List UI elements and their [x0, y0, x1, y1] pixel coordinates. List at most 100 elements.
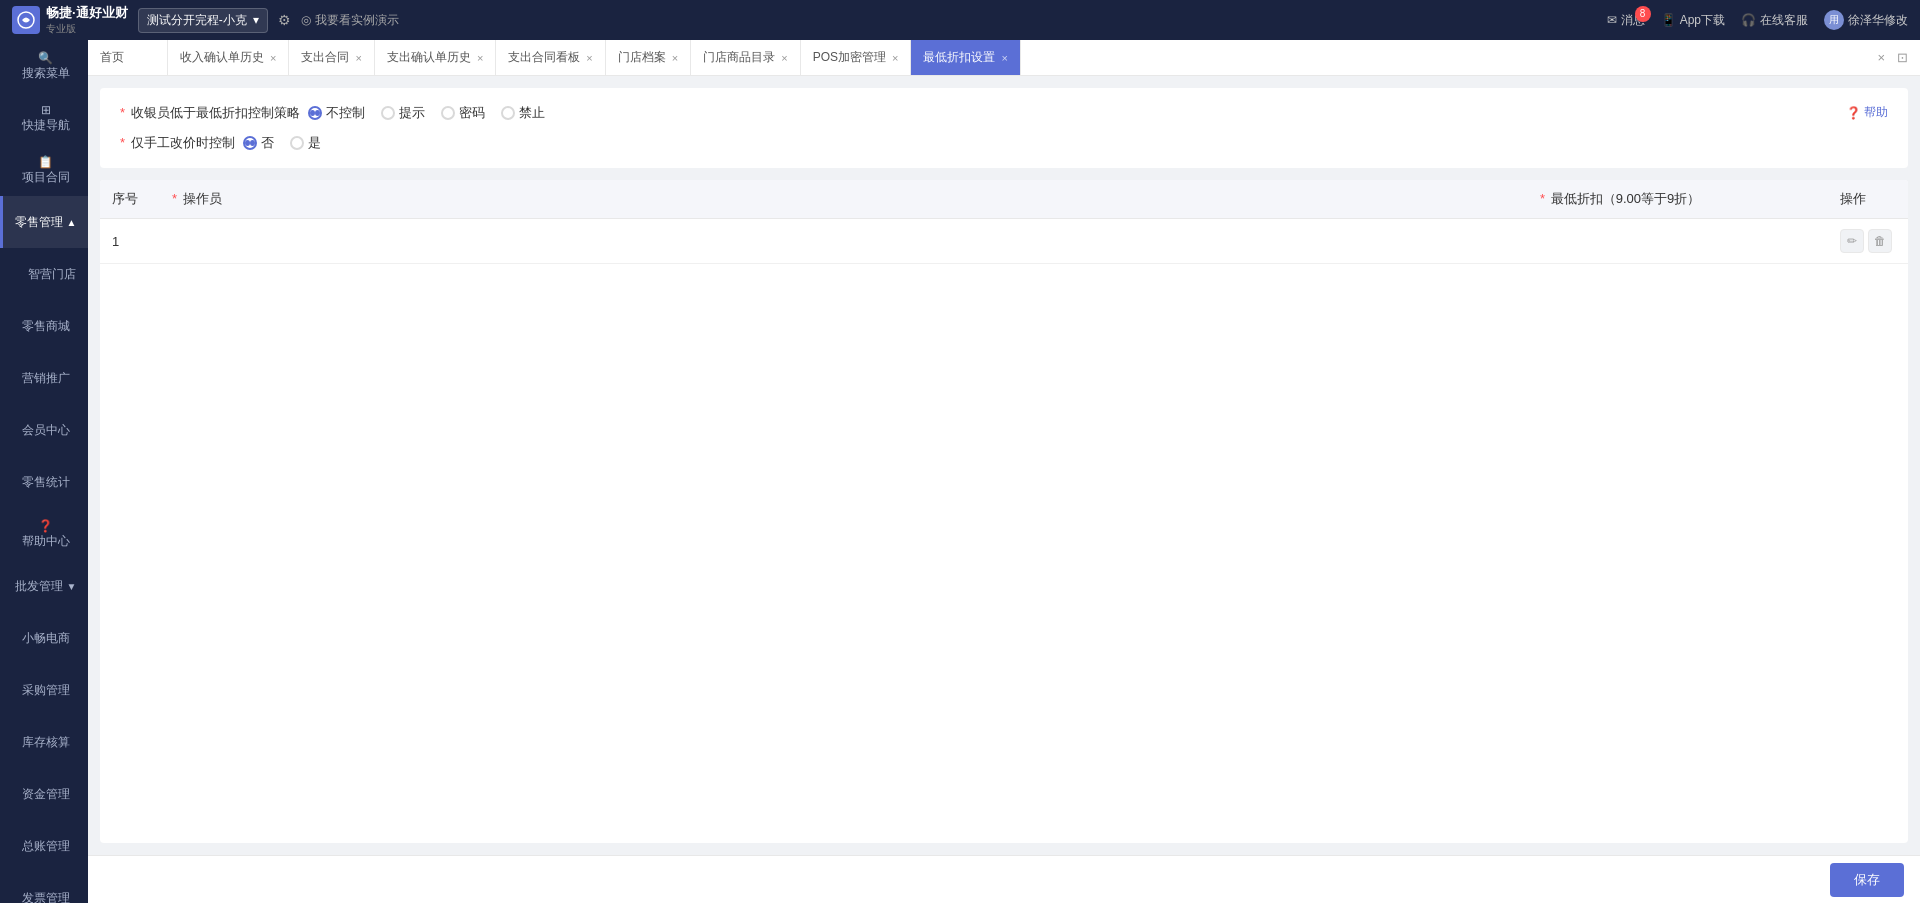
sidebar-item-purchase-mgmt[interactable]: 采购管理: [0, 664, 88, 716]
tab-payment-confirm-label: 支出确认单历史: [387, 49, 471, 66]
tab-close-payment-contract[interactable]: ×: [355, 52, 361, 64]
sidebar-label-marketing: 营销推广: [22, 370, 70, 387]
radio-yes-input[interactable]: [290, 136, 304, 150]
tab-payment-board[interactable]: 支出合同看板 ×: [496, 40, 605, 75]
messages-badge: 8: [1635, 6, 1651, 22]
sidebar-item-help-center[interactable]: ❓ 帮助中心: [0, 508, 88, 560]
user-button[interactable]: 用 徐泽华修改: [1824, 10, 1908, 30]
tab-close-payment-confirm[interactable]: ×: [477, 52, 483, 64]
tab-payment-contract[interactable]: 支出合同 ×: [289, 40, 374, 75]
tab-expand-button[interactable]: ⊡: [1893, 48, 1912, 67]
messages-button[interactable]: ✉ 消息 8: [1607, 12, 1645, 29]
sidebar-item-inventory[interactable]: 库存核算: [0, 716, 88, 768]
demo-text: 我要看实例演示: [315, 12, 399, 29]
sidebar-item-search[interactable]: 🔍 搜索菜单: [0, 40, 88, 92]
sidebar-item-quick-nav[interactable]: ⊞ 快捷导航: [0, 92, 88, 144]
sidebar-label-retail: 零售管理: [15, 214, 63, 231]
radio-group-1: 不控制 提示 密码 禁止: [308, 104, 545, 122]
sidebar-label-quick-nav: 快捷导航: [22, 117, 70, 134]
tab-payment-confirm[interactable]: 支出确认单历史 ×: [375, 40, 496, 75]
tab-close-store-file[interactable]: ×: [672, 52, 678, 64]
radio-no-control[interactable]: 不控制: [308, 104, 365, 122]
tab-store-file[interactable]: 门店档案 ×: [606, 40, 691, 75]
edition-text: 专业版: [46, 22, 128, 36]
sidebar-item-ecommerce[interactable]: 小畅电商: [0, 612, 88, 664]
save-button[interactable]: 保存: [1830, 863, 1904, 897]
cell-discount: [1528, 219, 1828, 264]
sidebar-item-project-contract[interactable]: 📋 项目合同: [0, 144, 88, 196]
edit-icon: ✏: [1847, 234, 1857, 248]
required-star-2: *: [120, 135, 125, 150]
message-icon: ✉: [1607, 13, 1617, 27]
content-area: 首页 收入确认单历史 × 支出合同 × 支出确认单历史 × 支出合同看板 ×: [88, 40, 1920, 903]
sidebar-item-capital-mgmt[interactable]: 资金管理: [0, 768, 88, 820]
tab-payment-contract-label: 支出合同: [301, 49, 349, 66]
tab-pos-password[interactable]: POS加密管理 ×: [801, 40, 912, 75]
sidebar-label-member: 会员中心: [22, 422, 70, 439]
tab-income-confirm-label: 收入确认单历史: [180, 49, 264, 66]
tab-pos-password-label: POS加密管理: [813, 49, 886, 66]
tab-income-confirm[interactable]: 收入确认单历史 ×: [168, 40, 289, 75]
delete-row-button[interactable]: 🗑: [1868, 229, 1892, 253]
radio-forbid-input[interactable]: [501, 106, 515, 120]
project-name: 测试分开完程-小克: [147, 12, 247, 29]
sidebar-item-retail-mgmt[interactable]: 零售管理 ▲: [0, 196, 88, 248]
tab-close-store-products[interactable]: ×: [781, 52, 787, 64]
delete-icon: 🗑: [1874, 234, 1886, 248]
question-icon: ❓: [1846, 106, 1861, 120]
page-content: ❓ 帮助 * 收银员低于最低折扣控制策略 不控制: [88, 76, 1920, 855]
radio-no-control-input[interactable]: [308, 106, 322, 120]
logo-main-text: 畅捷·通好业财: [46, 4, 128, 22]
sidebar-item-invoice-mgmt[interactable]: 发票管理: [0, 872, 88, 903]
app-download-button[interactable]: 📱 App下载: [1661, 12, 1725, 29]
radio-remind-label: 提示: [399, 104, 425, 122]
arrow-up-icon: ▲: [67, 217, 77, 228]
user-name: 徐泽华修改: [1848, 12, 1908, 29]
tab-close-income-confirm[interactable]: ×: [270, 52, 276, 64]
tab-close-payment-board[interactable]: ×: [586, 52, 592, 64]
radio-remind-input[interactable]: [381, 106, 395, 120]
sidebar-label-wholesale: 批发管理: [15, 578, 63, 595]
sidebar-item-wholesale-mgmt[interactable]: 批发管理 ▼: [0, 560, 88, 612]
demo-link[interactable]: ◎ 我要看实例演示: [301, 12, 399, 29]
radio-no-input[interactable]: [243, 136, 257, 150]
table-body: 1 ✏ 🗑: [100, 219, 1908, 264]
tab-min-discount[interactable]: 最低折扣设置 ×: [911, 40, 1020, 75]
table-header-row: 序号 * 操作员 * 最低折扣（9.00等于9折）: [100, 180, 1908, 219]
tab-close-pos-password[interactable]: ×: [892, 52, 898, 64]
tab-store-products[interactable]: 门店商品目录 ×: [691, 40, 800, 75]
data-table: 序号 * 操作员 * 最低折扣（9.00等于9折）: [100, 180, 1908, 264]
radio-password-input[interactable]: [441, 106, 455, 120]
customer-service-label: 在线客服: [1760, 12, 1808, 29]
col-header-action: 操作: [1828, 180, 1908, 219]
settings-button[interactable]: ⚙: [278, 12, 291, 28]
radio-yes[interactable]: 是: [290, 134, 321, 152]
customer-service-button[interactable]: 🎧 在线客服: [1741, 12, 1808, 29]
edit-row-button[interactable]: ✏: [1840, 229, 1864, 253]
header-right: ✉ 消息 8 📱 App下载 🎧 在线客服 用 徐泽华修改: [1607, 10, 1908, 30]
tab-close-min-discount[interactable]: ×: [1001, 52, 1007, 64]
project-selector[interactable]: 测试分开完程-小克 ▾: [138, 8, 268, 33]
sidebar-item-ledger-mgmt[interactable]: 总账管理: [0, 820, 88, 872]
tab-controls: × ⊡: [1865, 40, 1920, 75]
sidebar-item-retail-mall[interactable]: 零售商城: [0, 300, 88, 352]
contract-icon: 📋: [38, 155, 53, 169]
grid-icon: ⊞: [41, 103, 51, 117]
sidebar-item-member-center[interactable]: 会员中心: [0, 404, 88, 456]
sidebar-item-retail-stats[interactable]: 零售统计: [0, 456, 88, 508]
table-head: 序号 * 操作员 * 最低折扣（9.00等于9折）: [100, 180, 1908, 219]
sidebar-item-smart-store[interactable]: 智营门店: [0, 248, 88, 300]
radio-password[interactable]: 密码: [441, 104, 485, 122]
field2-label: * 仅手工改价时控制: [120, 134, 235, 152]
tab-store-file-label: 门店档案: [618, 49, 666, 66]
radio-forbid[interactable]: 禁止: [501, 104, 545, 122]
radio-no[interactable]: 否: [243, 134, 274, 152]
tab-close-all-button[interactable]: ×: [1873, 48, 1889, 67]
sidebar-label-project: 项目合同: [22, 169, 70, 186]
help-button[interactable]: ❓ 帮助: [1846, 104, 1888, 121]
sidebar-item-marketing[interactable]: 营销推广: [0, 352, 88, 404]
top-header: 畅捷·通好业财 专业版 测试分开完程-小克 ▾ ⚙ ◎ 我要看实例演示 ✉ 消息…: [0, 0, 1920, 40]
radio-remind[interactable]: 提示: [381, 104, 425, 122]
tab-home-label: 首页: [100, 49, 124, 66]
tab-home[interactable]: 首页: [88, 40, 168, 75]
